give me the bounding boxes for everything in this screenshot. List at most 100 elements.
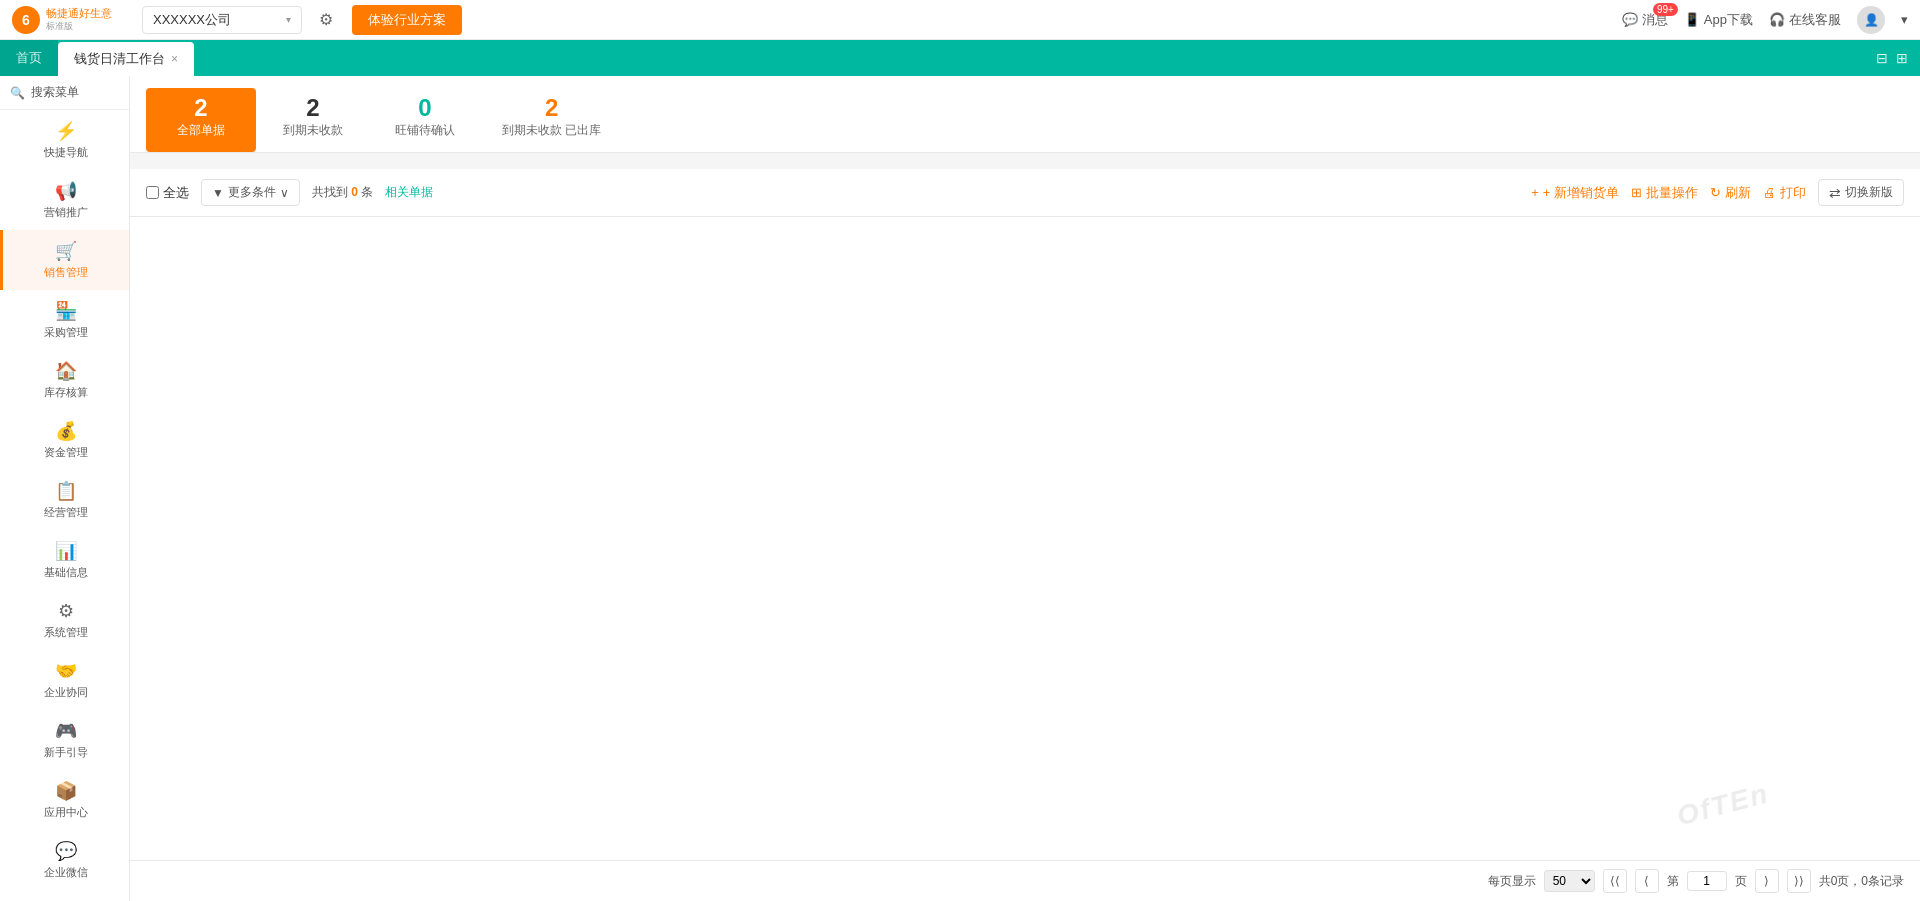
sidebar-item-label: 系统管理 bbox=[44, 625, 88, 640]
message-button[interactable]: 💬 消息 99+ bbox=[1622, 11, 1668, 29]
search-label: 搜索菜单 bbox=[31, 84, 79, 101]
first-page-button[interactable]: ⟨⟨ bbox=[1603, 869, 1627, 893]
stat-label-overdue: 到期未收款 bbox=[283, 122, 343, 139]
refresh-icon: ↻ bbox=[1710, 185, 1721, 200]
per-page-select[interactable]: 50 10 20 100 bbox=[1544, 870, 1595, 892]
stat-num-all: 2 bbox=[194, 94, 207, 122]
stat-tab-overdue[interactable]: 2 到期未收款 bbox=[258, 88, 368, 152]
logo-text: 畅捷通好生意 bbox=[46, 6, 112, 20]
app-download-button[interactable]: 📱 App下载 bbox=[1684, 11, 1753, 29]
sidebar-item-base-info[interactable]: 📊 基础信息 bbox=[0, 530, 129, 590]
filter-label: 更多条件 bbox=[228, 184, 276, 201]
online-service-label: 在线客服 bbox=[1789, 11, 1841, 29]
select-all-checkbox[interactable]: 全选 bbox=[146, 184, 189, 202]
quick-nav-icon: ⚡ bbox=[55, 120, 77, 142]
sidebar-item-label: 快捷导航 bbox=[44, 145, 88, 160]
app-center-icon: 📦 bbox=[55, 780, 77, 802]
filter-button[interactable]: ▼ 更多条件 ∨ bbox=[201, 179, 300, 206]
tab-active[interactable]: 钱货日清工作台 × bbox=[58, 42, 194, 76]
select-all-input[interactable] bbox=[146, 186, 159, 199]
switch-icon: ⇄ bbox=[1829, 185, 1841, 201]
stat-tab-pending[interactable]: 0 旺铺待确认 bbox=[370, 88, 480, 152]
content-area: 2 全部单据 2 到期未收款 0 旺铺待确认 2 到期未收款 已出库 全选 bbox=[130, 76, 1920, 901]
online-service-button[interactable]: 🎧 在线客服 bbox=[1769, 11, 1841, 29]
add-sales-button[interactable]: + + 新增销货单 bbox=[1531, 184, 1619, 202]
purchase-icon: 🏪 bbox=[55, 300, 77, 322]
tab-bar-actions: ⊟ ⊞ bbox=[1876, 50, 1920, 66]
print-btn-label: 打印 bbox=[1780, 184, 1806, 202]
sidebar-item-purchase[interactable]: 🏪 采购管理 bbox=[0, 290, 129, 350]
stat-num-overdue: 2 bbox=[306, 94, 319, 122]
stat-num-pending: 0 bbox=[418, 94, 431, 122]
stat-tab-all[interactable]: 2 全部单据 bbox=[146, 88, 256, 152]
sidebar-item-label: 基础信息 bbox=[44, 565, 88, 580]
sidebar-item-label: 企业微信 bbox=[44, 865, 88, 880]
sidebar-search[interactable]: 🔍 搜索菜单 bbox=[0, 76, 129, 110]
pagination: 每页显示 50 10 20 100 ⟨⟨ ⟨ 第 页 ⟩ ⟩⟩ 共0页，0条记录 bbox=[130, 860, 1920, 901]
page-input[interactable] bbox=[1687, 871, 1727, 891]
stat-num-overdue-shipped: 2 bbox=[545, 94, 558, 122]
sidebar-item-member[interactable]: ♛ 畅会员 bbox=[0, 890, 129, 901]
base-info-icon: 📊 bbox=[55, 540, 77, 562]
sidebar-item-enterprise[interactable]: 🤝 企业协同 bbox=[0, 650, 129, 710]
sidebar-item-capital[interactable]: 💰 资金管理 bbox=[0, 410, 129, 470]
message-badge: 99+ bbox=[1653, 3, 1678, 16]
tab-close-icon[interactable]: × bbox=[171, 52, 178, 66]
sidebar-item-guide[interactable]: 🎮 新手引导 bbox=[0, 710, 129, 770]
found-text: 共找到 0 条 bbox=[312, 184, 373, 201]
batch-btn-label: 批量操作 bbox=[1646, 184, 1698, 202]
operations-icon: 📋 bbox=[55, 480, 77, 502]
sidebar-item-quick-nav[interactable]: ⚡ 快捷导航 bbox=[0, 110, 129, 170]
print-button[interactable]: 🖨 打印 bbox=[1763, 184, 1806, 202]
filter-chevron: ∨ bbox=[280, 186, 289, 200]
sidebar-item-label: 企业协同 bbox=[44, 685, 88, 700]
sidebar-item-label: 应用中心 bbox=[44, 805, 88, 820]
settings-button[interactable]: ⚙ bbox=[310, 4, 342, 36]
search-icon: 🔍 bbox=[10, 86, 25, 100]
found-unit: 条 bbox=[361, 185, 373, 199]
next-page-button[interactable]: ⟩ bbox=[1755, 869, 1779, 893]
sidebar-item-label: 销售管理 bbox=[44, 265, 88, 280]
phone-icon: 📱 bbox=[1684, 12, 1700, 27]
tab-home[interactable]: 首页 bbox=[0, 40, 58, 76]
sidebar-item-operations[interactable]: 📋 经营管理 bbox=[0, 470, 129, 530]
sidebar-item-label: 库存核算 bbox=[44, 385, 88, 400]
switch-version-button[interactable]: ⇄ 切换新版 bbox=[1818, 179, 1904, 206]
user-menu[interactable]: ▾ bbox=[1901, 12, 1908, 27]
headset-icon: 🎧 bbox=[1769, 12, 1785, 27]
refresh-button[interactable]: ↻ 刷新 bbox=[1710, 184, 1751, 202]
experience-button[interactable]: 体验行业方案 bbox=[352, 5, 462, 35]
logo-area: 6 畅捷通好生意 标准版 bbox=[12, 6, 142, 34]
select-all-label: 全选 bbox=[163, 184, 189, 202]
stat-tab-overdue-shipped[interactable]: 2 到期未收款 已出库 bbox=[482, 88, 621, 152]
last-page-button[interactable]: ⟩⟩ bbox=[1787, 869, 1811, 893]
maximize-icon[interactable]: ⊞ bbox=[1896, 50, 1908, 66]
per-page-label: 每页显示 bbox=[1488, 873, 1536, 890]
prev-page-button[interactable]: ⟨ bbox=[1635, 869, 1659, 893]
sidebar-item-sales[interactable]: 🛒 销售管理 bbox=[0, 230, 129, 290]
sidebar-item-marketing[interactable]: 📢 营销推广 bbox=[0, 170, 129, 230]
batch-operation-button[interactable]: ⊞ 批量操作 bbox=[1631, 184, 1698, 202]
company-selector[interactable]: XXXXXX公司 ▾ bbox=[142, 6, 302, 34]
sidebar-item-inventory[interactable]: 🏠 库存核算 bbox=[0, 350, 129, 410]
stat-label-pending: 旺铺待确认 bbox=[395, 122, 455, 139]
main-layout: 🔍 搜索菜单 ⚡ 快捷导航 📢 营销推广 🛒 销售管理 🏪 采购管理 🏠 库存核… bbox=[0, 76, 1920, 901]
sidebar-item-label: 经营管理 bbox=[44, 505, 88, 520]
avatar[interactable]: 👤 bbox=[1857, 6, 1885, 34]
top-bar: 6 畅捷通好生意 标准版 XXXXXX公司 ▾ ⚙ 体验行业方案 💬 消息 99… bbox=[0, 0, 1920, 40]
stat-label-overdue-shipped: 到期未收款 已出库 bbox=[502, 122, 601, 139]
batch-icon: ⊞ bbox=[1631, 185, 1642, 200]
found-prefix: 共找到 bbox=[312, 185, 348, 199]
weixin-icon: 💬 bbox=[55, 840, 77, 862]
tab-bar: 首页 钱货日清工作台 × ⊟ ⊞ bbox=[0, 40, 1920, 76]
filter-icon: ▼ bbox=[212, 186, 224, 200]
sidebar-item-app-center[interactable]: 📦 应用中心 bbox=[0, 770, 129, 830]
minimize-icon[interactable]: ⊟ bbox=[1876, 50, 1888, 66]
system-icon: ⚙ bbox=[58, 600, 74, 622]
sidebar-item-weixin[interactable]: 💬 企业微信 bbox=[0, 830, 129, 890]
logo-badge: 标准版 bbox=[46, 20, 112, 33]
section-divider bbox=[130, 153, 1920, 161]
related-link[interactable]: 相关单据 bbox=[385, 184, 433, 201]
refresh-btn-label: 刷新 bbox=[1725, 184, 1751, 202]
sidebar-item-system[interactable]: ⚙ 系统管理 bbox=[0, 590, 129, 650]
